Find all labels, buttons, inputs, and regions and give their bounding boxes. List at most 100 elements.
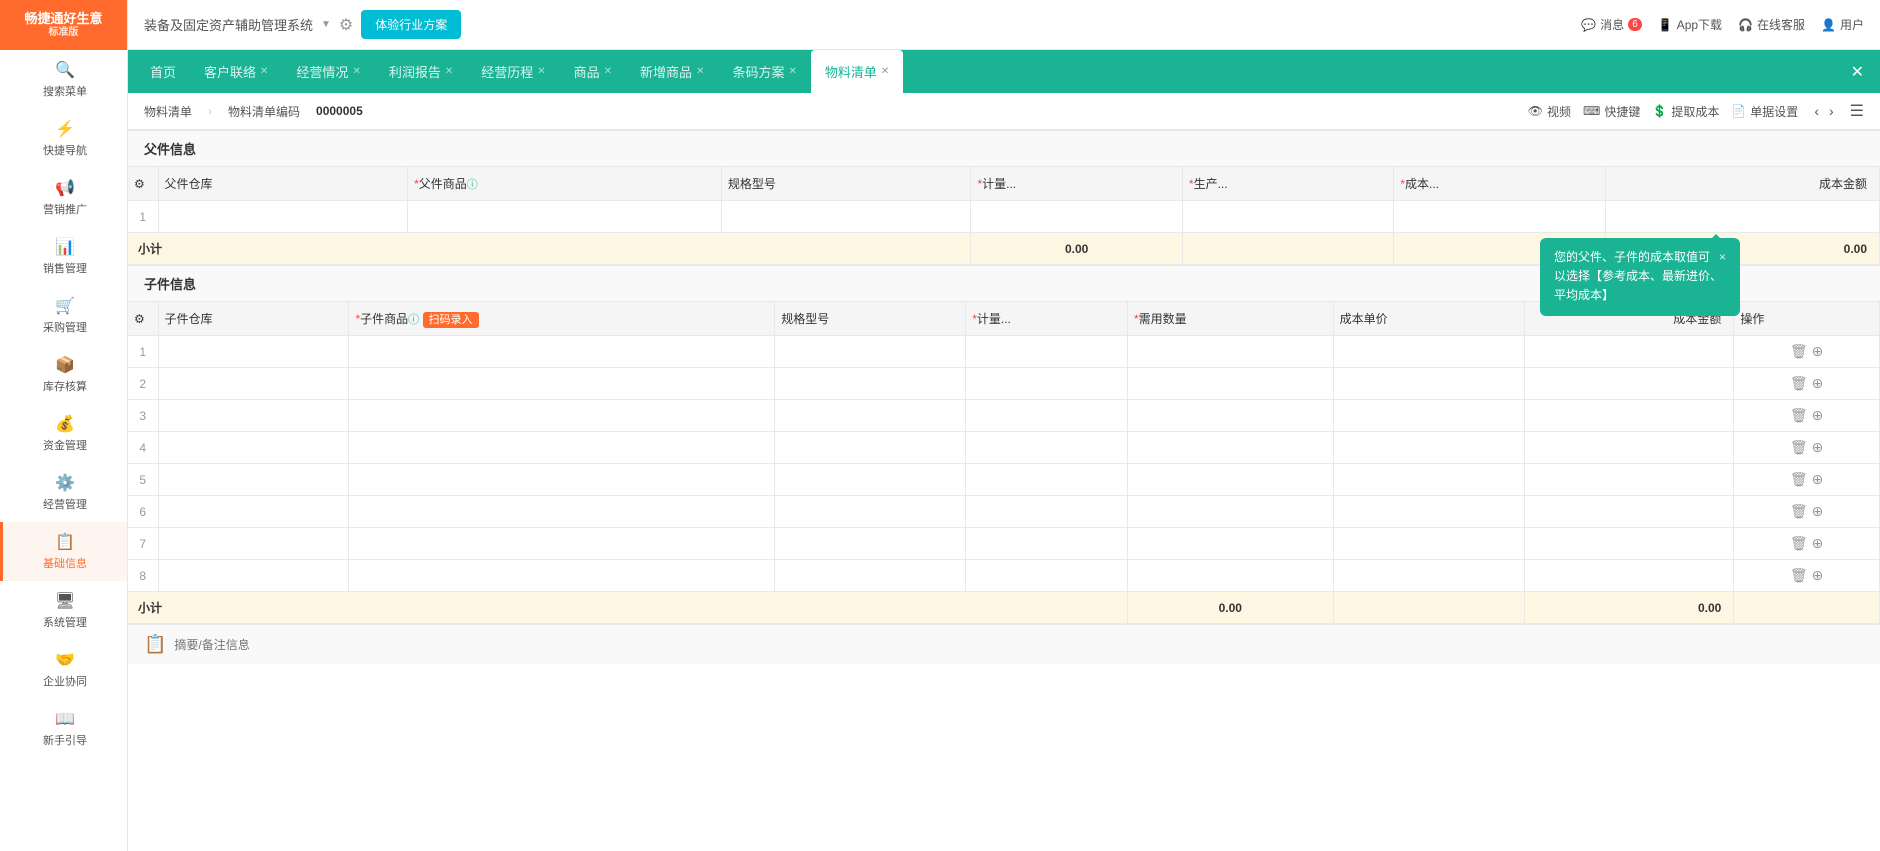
delete-icon-row-1[interactable]: 🗑 (1790, 343, 1808, 360)
child-row-5-product[interactable] (349, 464, 775, 496)
child-row-2-qty[interactable] (1128, 368, 1334, 400)
tab-product[interactable]: 商品 ✕ (560, 50, 626, 93)
tooltip-close-button[interactable]: × (1719, 248, 1726, 267)
child-row-8-qty[interactable] (1128, 560, 1334, 592)
tab-new-product[interactable]: 新增商品 ✕ (626, 50, 718, 93)
child-row-7-qty[interactable] (1128, 528, 1334, 560)
delete-icon-row-7[interactable]: 🗑 (1790, 535, 1808, 552)
tab-home[interactable]: 首页 (136, 50, 190, 93)
breadcrumb-bom[interactable]: 物料清单 (144, 103, 192, 120)
sidebar-item-system[interactable]: 🖥 系统管理 (0, 581, 127, 640)
copy-icon-row-4[interactable]: ⊕ (1812, 439, 1824, 456)
child-row-5-cost-unit[interactable] (1333, 464, 1524, 496)
child-row-1-cost-unit[interactable] (1333, 336, 1524, 368)
child-row-4-unit[interactable] (966, 432, 1128, 464)
message-item[interactable]: 💬 消息 6 (1581, 16, 1642, 33)
tab-history[interactable]: 经营历程 ✕ (467, 50, 559, 93)
parent-row-1-warehouse[interactable] (158, 201, 408, 233)
child-row-5-qty[interactable] (1128, 464, 1334, 496)
copy-icon-row-7[interactable]: ⊕ (1812, 535, 1824, 552)
tab-barcode-close[interactable]: ✕ (788, 66, 796, 77)
child-row-7-unit[interactable] (966, 528, 1128, 560)
child-row-2-product[interactable] (349, 368, 775, 400)
child-row-2-spec[interactable] (775, 368, 966, 400)
delete-icon-row-6[interactable]: 🗑 (1790, 503, 1808, 520)
tab-profit-close[interactable]: ✕ (445, 66, 453, 77)
parent-th-gear[interactable]: ⚙ (128, 167, 158, 201)
layout-icon[interactable]: ☰ (1850, 101, 1864, 121)
child-row-6-unit[interactable] (966, 496, 1128, 528)
action-shortcut[interactable]: ⌨ 快捷键 (1583, 103, 1640, 120)
sidebar-item-guide[interactable]: 📖 新手引导 (0, 699, 127, 758)
child-row-4-spec[interactable] (775, 432, 966, 464)
gear-button[interactable]: ⚙ (339, 15, 353, 35)
tab-new-product-close[interactable]: ✕ (696, 66, 704, 77)
child-row-8-spec[interactable] (775, 560, 966, 592)
child-row-2-cost-unit[interactable] (1333, 368, 1524, 400)
copy-icon-row-8[interactable]: ⊕ (1812, 567, 1824, 584)
action-setting[interactable]: 📄 单据设置 (1731, 103, 1798, 120)
child-row-3-spec[interactable] (775, 400, 966, 432)
tab-barcode[interactable]: 条码方案 ✕ (718, 50, 810, 93)
child-row-6-qty[interactable] (1128, 496, 1334, 528)
note-input[interactable] (174, 638, 1864, 652)
scan-button[interactable]: 扫码录入 (423, 312, 479, 328)
tab-operations-close[interactable]: ✕ (352, 66, 360, 77)
tab-bom-close[interactable]: ✕ (881, 66, 889, 77)
sidebar-item-ops[interactable]: ⚙️ 经营管理 (0, 463, 127, 522)
action-cost[interactable]: 💲 提取成本 (1652, 103, 1719, 120)
tab-customer-close[interactable]: ✕ (260, 66, 268, 77)
sidebar-item-finance[interactable]: 💰 资金管理 (0, 404, 127, 463)
parent-row-1-cost[interactable] (1394, 201, 1605, 233)
child-row-3-unit[interactable] (966, 400, 1128, 432)
prev-tab-button[interactable]: ‹ (1810, 101, 1823, 121)
child-row-3-qty[interactable] (1128, 400, 1334, 432)
copy-icon-row-5[interactable]: ⊕ (1812, 471, 1824, 488)
child-row-5-warehouse[interactable] (158, 464, 349, 496)
copy-icon-row-6[interactable]: ⊕ (1812, 503, 1824, 520)
child-row-2-warehouse[interactable] (158, 368, 349, 400)
copy-icon-row-3[interactable]: ⊕ (1812, 407, 1824, 424)
child-row-1-qty[interactable] (1128, 336, 1334, 368)
child-row-8-product[interactable] (349, 560, 775, 592)
parent-row-1-produced[interactable] (1182, 201, 1393, 233)
parent-row-1-product[interactable] (408, 201, 722, 233)
child-row-7-product[interactable] (349, 528, 775, 560)
app-download-item[interactable]: 📱 App下载 (1658, 16, 1722, 33)
child-row-1-spec[interactable] (775, 336, 966, 368)
delete-icon-row-5[interactable]: 🗑 (1790, 471, 1808, 488)
copy-icon-row-2[interactable]: ⊕ (1812, 375, 1824, 392)
child-row-8-cost-unit[interactable] (1333, 560, 1524, 592)
sidebar-item-quick-nav[interactable]: ⚡ 快捷导航 (0, 109, 127, 168)
child-row-1-unit[interactable] (966, 336, 1128, 368)
child-row-6-product[interactable] (349, 496, 775, 528)
tab-product-close[interactable]: ✕ (604, 66, 612, 77)
action-view[interactable]: 👁 视频 (1528, 103, 1571, 120)
tab-bom[interactable]: 物料清单 ✕ (811, 50, 903, 93)
next-tab-button[interactable]: › (1825, 101, 1838, 121)
delete-icon-row-8[interactable]: 🗑 (1790, 567, 1808, 584)
child-row-2-unit[interactable] (966, 368, 1128, 400)
parent-row-1-spec[interactable] (721, 201, 971, 233)
child-row-4-product[interactable] (349, 432, 775, 464)
parent-row-1-unit[interactable] (971, 201, 1182, 233)
sidebar-item-marketing[interactable]: 📢 营销推广 (0, 168, 127, 227)
tab-customer[interactable]: 客户联络 ✕ (190, 50, 282, 93)
child-row-3-warehouse[interactable] (158, 400, 349, 432)
sidebar-item-purchase[interactable]: 🛒 采购管理 (0, 286, 127, 345)
sidebar-item-collab[interactable]: 🤝 企业协同 (0, 640, 127, 699)
sidebar-item-basic[interactable]: 📋 基础信息 (0, 522, 127, 581)
delete-icon-row-3[interactable]: 🗑 (1790, 407, 1808, 424)
child-row-7-warehouse[interactable] (158, 528, 349, 560)
child-row-7-cost-unit[interactable] (1333, 528, 1524, 560)
online-support-item[interactable]: 🎧 在线客服 (1738, 16, 1805, 33)
child-th-gear[interactable]: ⚙ (128, 302, 158, 336)
child-row-7-spec[interactable] (775, 528, 966, 560)
child-row-1-warehouse[interactable] (158, 336, 349, 368)
child-row-8-warehouse[interactable] (158, 560, 349, 592)
system-dropdown-arrow[interactable]: ▼ (321, 19, 331, 30)
delete-icon-row-2[interactable]: 🗑 (1790, 375, 1808, 392)
tab-history-close[interactable]: ✕ (537, 66, 545, 77)
close-all-tabs[interactable]: ✕ (1843, 58, 1872, 86)
child-row-6-warehouse[interactable] (158, 496, 349, 528)
